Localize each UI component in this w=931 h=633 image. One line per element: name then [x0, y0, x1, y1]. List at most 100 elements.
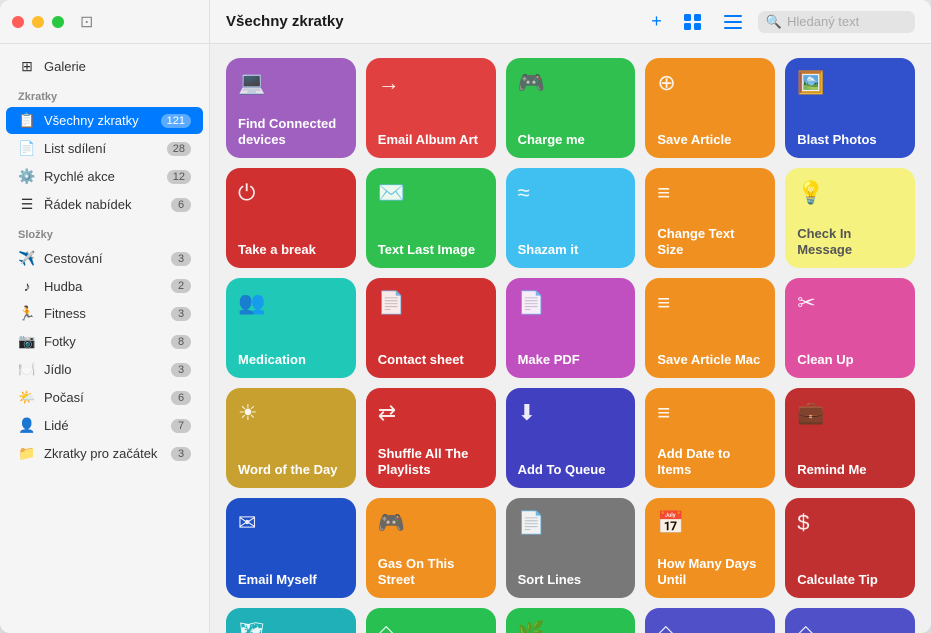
- sidebar-toggle-button[interactable]: ⊡: [80, 12, 93, 32]
- sidebar-item-all-shortcuts[interactable]: 📋 Všechny zkratky 121: [6, 107, 203, 134]
- shortcut-card[interactable]: ≈ Shazam it: [506, 168, 636, 268]
- sidebar-item-menu-bar[interactable]: ☰ Řádek nabídek 6: [6, 191, 203, 218]
- sidebar-fitness-label: Fitness: [44, 306, 163, 321]
- quick-actions-badge: 12: [167, 170, 191, 184]
- sidebar-item-weather[interactable]: 🌤️ Počasí 6: [6, 384, 203, 411]
- card-icon: ≡: [657, 180, 763, 206]
- shortcut-card[interactable]: ⊕ Save Article: [645, 58, 775, 158]
- sidebar-photos-label: Fotky: [44, 334, 163, 349]
- close-button[interactable]: [12, 16, 24, 28]
- all-shortcuts-badge: 121: [161, 114, 191, 128]
- weather-badge: 6: [171, 391, 191, 405]
- shortcut-card[interactable]: ⬇ Add To Queue: [506, 388, 636, 488]
- card-icon: ◇: [797, 620, 903, 633]
- sidebar-travel-label: Cestování: [44, 251, 163, 266]
- music-icon: ♪: [18, 278, 36, 294]
- shortcut-card[interactable]: ◇ Screenshots: [366, 608, 496, 633]
- card-icon: 🖼️: [797, 70, 903, 96]
- card-label: Word of the Day: [238, 462, 344, 478]
- main-content: Všechny zkratky + 🔍: [210, 0, 931, 633]
- shortcut-card[interactable]: 🌿 Location to Mother: [506, 608, 636, 633]
- shortcut-card[interactable]: ≡ Save Article Mac: [645, 278, 775, 378]
- card-icon: 📄: [378, 290, 484, 316]
- fitness-icon: 🏃: [18, 305, 36, 322]
- minimize-button[interactable]: [32, 16, 44, 28]
- weather-icon: 🌤️: [18, 389, 36, 406]
- card-label: Add To Queue: [518, 462, 624, 478]
- search-icon: 🔍: [766, 14, 782, 30]
- shortcut-card[interactable]: 📅 How Many Days Until: [645, 498, 775, 598]
- shortcut-card[interactable]: 💻 Find Connected devices: [226, 58, 356, 158]
- card-label: Blast Photos: [797, 132, 903, 148]
- shortcut-card[interactable]: ◇ Infinite Loop: [645, 608, 775, 633]
- card-icon: 🎮: [518, 70, 624, 96]
- card-icon: ⏻: [238, 180, 344, 206]
- sidebar-item-people[interactable]: 👤 Lidé 7: [6, 412, 203, 439]
- shortcut-card[interactable]: 🎮 Gas On This Street: [366, 498, 496, 598]
- shortcut-card[interactable]: 💼 Remind Me: [785, 388, 915, 488]
- maximize-button[interactable]: [52, 16, 64, 28]
- card-icon: 💼: [797, 400, 903, 426]
- main-window: ⊡ ⊞ Galerie Zkratky 📋 Všechny zkratky 12…: [0, 0, 931, 633]
- shortcut-card[interactable]: 🎮 Charge me: [506, 58, 636, 158]
- card-label: How Many Days Until: [657, 556, 763, 589]
- card-icon: ✉️: [378, 180, 484, 206]
- card-icon: ⇄: [378, 400, 484, 426]
- card-icon: 📄: [518, 290, 624, 316]
- card-label: Add Date to Items: [657, 446, 763, 479]
- sidebar-item-travel[interactable]: ✈️ Cestování 3: [6, 245, 203, 272]
- sidebar-item-starter[interactable]: 📁 Zkratky pro začátek 3: [6, 440, 203, 467]
- add-button[interactable]: +: [645, 9, 668, 34]
- all-shortcuts-icon: 📋: [18, 112, 36, 129]
- shortcut-card[interactable]: ✂ Clean Up: [785, 278, 915, 378]
- shortcut-card[interactable]: ≡ Change Text Size: [645, 168, 775, 268]
- card-icon: $: [797, 510, 903, 536]
- search-box[interactable]: 🔍: [758, 11, 915, 33]
- sidebar-gallery-label: Galerie: [44, 59, 191, 74]
- sidebar-item-quick-actions[interactable]: ⚙️ Rychlé akce 12: [6, 163, 203, 190]
- shortcut-card[interactable]: 🖼️ Blast Photos: [785, 58, 915, 158]
- shortcut-card[interactable]: ◇ Content Graph: [785, 608, 915, 633]
- shortcut-card[interactable]: 📄 Make PDF: [506, 278, 636, 378]
- share-list-icon: 📄: [18, 140, 36, 157]
- list-view-button[interactable]: [718, 12, 748, 32]
- card-label: Make PDF: [518, 352, 624, 368]
- card-icon: ◇: [378, 620, 484, 633]
- shortcut-card[interactable]: ✉ Email Myself: [226, 498, 356, 598]
- titlebar: ⊡: [0, 0, 209, 44]
- sidebar-item-food[interactable]: 🍽️ Jídlo 3: [6, 356, 203, 383]
- shortcut-card[interactable]: ⇄ Shuffle All The Playlists: [366, 388, 496, 488]
- card-label: Email Album Art: [378, 132, 484, 148]
- shortcut-card[interactable]: 👥 Medication: [226, 278, 356, 378]
- card-icon: 👥: [238, 290, 344, 316]
- shortcut-card[interactable]: 💡 Check In Message: [785, 168, 915, 268]
- card-label: Check In Message: [797, 226, 903, 259]
- shortcut-card[interactable]: 📄 Sort Lines: [506, 498, 636, 598]
- search-input[interactable]: [787, 14, 907, 29]
- card-label: Save Article Mac: [657, 352, 763, 368]
- food-icon: 🍽️: [18, 361, 36, 378]
- shortcut-card[interactable]: 🗺 Place To Eat: [226, 608, 356, 633]
- sidebar-item-music[interactable]: ♪ Hudba 2: [6, 273, 203, 299]
- sidebar-item-gallery[interactable]: ⊞ Galerie: [6, 53, 203, 80]
- shortcut-card[interactable]: → Email Album Art: [366, 58, 496, 158]
- grid-view-button[interactable]: [678, 12, 708, 32]
- card-icon: ◇: [657, 620, 763, 633]
- card-label: Sort Lines: [518, 572, 624, 588]
- card-label: Change Text Size: [657, 226, 763, 259]
- sidebar-item-fitness[interactable]: 🏃 Fitness 3: [6, 300, 203, 327]
- card-icon: ≡: [657, 400, 763, 426]
- people-icon: 👤: [18, 417, 36, 434]
- card-icon: →: [378, 70, 484, 96]
- card-label: Take a break: [238, 242, 344, 258]
- shortcut-card[interactable]: $ Calculate Tip: [785, 498, 915, 598]
- shortcut-card[interactable]: ⏻ Take a break: [226, 168, 356, 268]
- sidebar-share-list-label: List sdílení: [44, 141, 159, 156]
- sidebar-item-share-list[interactable]: 📄 List sdílení 28: [6, 135, 203, 162]
- people-badge: 7: [171, 419, 191, 433]
- shortcut-card[interactable]: ✉️ Text Last Image: [366, 168, 496, 268]
- shortcut-card[interactable]: 📄 Contact sheet: [366, 278, 496, 378]
- sidebar-item-photos[interactable]: 📷 Fotky 8: [6, 328, 203, 355]
- shortcut-card[interactable]: ≡ Add Date to Items: [645, 388, 775, 488]
- shortcut-card[interactable]: ☀ Word of the Day: [226, 388, 356, 488]
